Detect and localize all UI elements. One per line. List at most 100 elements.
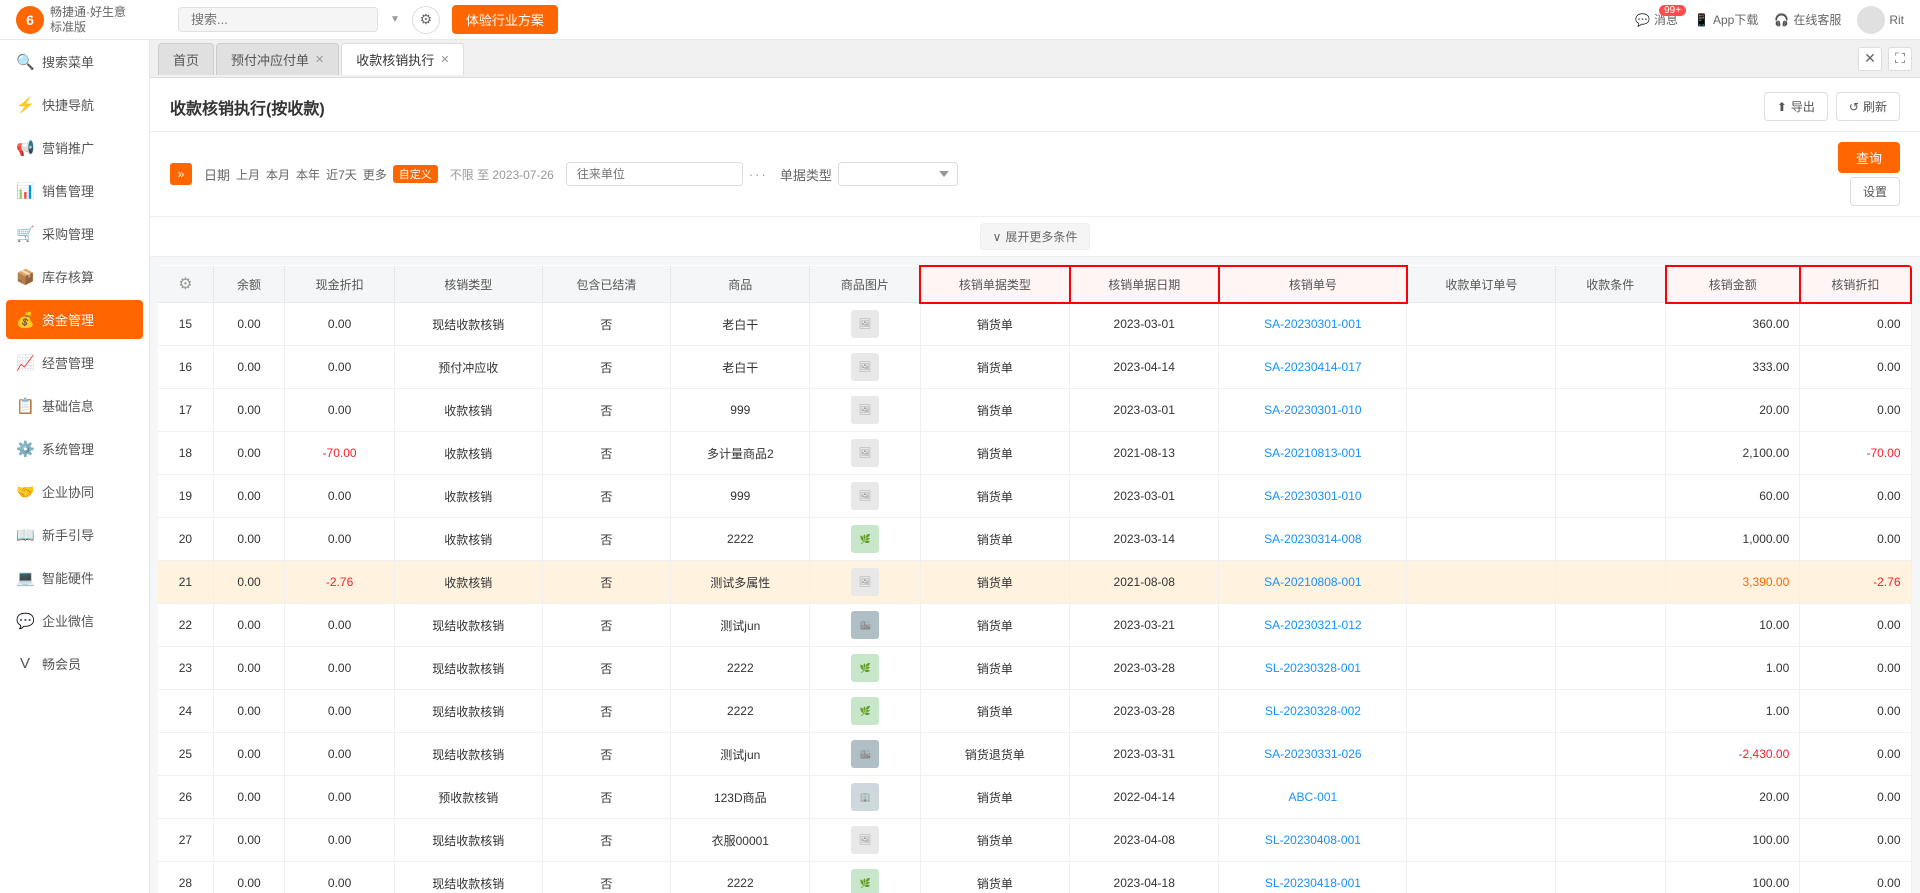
writeoff-bill-link[interactable]: SL-20230418-001 [1265, 876, 1361, 890]
cell-writeoff-bill-date: 2023-03-21 [1070, 604, 1219, 647]
sidebar-item-6[interactable]: 💰资金管理 [6, 300, 143, 339]
tab-home[interactable]: 首页 [158, 43, 214, 75]
col-settings[interactable]: ⚙ [158, 266, 213, 303]
cell-writeoff-bill-no[interactable]: SA-20230331-026 [1219, 733, 1407, 776]
cell-product: 2222 [671, 647, 810, 690]
sidebar-item-3[interactable]: 📊销售管理 [0, 169, 149, 212]
writeoff-bill-link[interactable]: SA-20210808-001 [1264, 575, 1361, 589]
cell-cash-discount: 0.00 [285, 647, 395, 690]
cell-writeoff-bill-no[interactable]: SA-20230301-010 [1219, 389, 1407, 432]
date-this-year[interactable]: 本年 [296, 166, 320, 183]
cell-cash-discount: 0.00 [285, 862, 395, 893]
cell-writeoff-amount: 360.00 [1666, 303, 1800, 346]
writeoff-bill-link[interactable]: SL-20230408-001 [1265, 833, 1361, 847]
trial-button[interactable]: 体验行业方案 [452, 5, 558, 34]
cell-writeoff-bill-no[interactable]: SA-20230314-008 [1219, 518, 1407, 561]
cell-writeoff-bill-no[interactable]: ABC-001 [1219, 776, 1407, 819]
receipt-type-select[interactable] [838, 162, 958, 186]
sidebar-item-5[interactable]: 📦库存核算 [0, 255, 149, 298]
sidebar-item-10[interactable]: 🤝企业协同 [0, 470, 149, 513]
date-last-month[interactable]: 上月 [236, 166, 260, 183]
cell-writeoff-amount: 60.00 [1666, 475, 1800, 518]
refresh-button[interactable]: ↺ 刷新 [1836, 92, 1900, 121]
writeoff-bill-link[interactable]: SL-20230328-001 [1265, 661, 1361, 675]
writeoff-bill-link[interactable]: SA-20230301-010 [1264, 489, 1361, 503]
cell-writeoff-amount: 20.00 [1666, 776, 1800, 819]
sidebar-item-13[interactable]: 💬企业微信 [0, 599, 149, 642]
cell-writeoff-bill-no[interactable]: SA-20210813-001 [1219, 432, 1407, 475]
search-dropdown-arrow[interactable]: ▼ [390, 14, 400, 25]
writeoff-bill-link[interactable]: SA-20210813-001 [1264, 446, 1361, 460]
filter-settings-button[interactable]: 设置 [1850, 177, 1900, 206]
writeoff-bill-link[interactable]: SA-20230414-017 [1264, 360, 1361, 374]
sidebar-item-1[interactable]: ⚡快捷导航 [0, 83, 149, 126]
cell-writeoff-type: 现结收款核销 [394, 690, 542, 733]
cell-writeoff-bill-no[interactable]: SA-20230321-012 [1219, 604, 1407, 647]
settings-icon[interactable]: ⚙ [412, 6, 440, 34]
sidebar-item-7[interactable]: 📈经营管理 [0, 341, 149, 384]
cell-writeoff-bill-no[interactable]: SA-20230414-017 [1219, 346, 1407, 389]
online-service-action[interactable]: 🎧 在线客服 [1774, 11, 1841, 28]
product-img: 🏙 [851, 740, 879, 768]
export-button[interactable]: ⬆ 导出 [1764, 92, 1828, 121]
writeoff-bill-link[interactable]: SA-20230301-001 [1264, 317, 1361, 331]
table-row: 18 0.00 -70.00 收款核销 否 多计量商品2 🖼 销货单 2021-… [158, 432, 1911, 475]
date-7days[interactable]: 近7天 [326, 166, 357, 183]
sidebar-item-12[interactable]: 💻智能硬件 [0, 556, 149, 599]
col-settings-icon[interactable]: ⚙ [178, 276, 192, 293]
writeoff-bill-link[interactable]: SA-20230331-026 [1264, 747, 1361, 761]
writeoff-bill-link[interactable]: SA-20230321-012 [1264, 618, 1361, 632]
table-row: 21 0.00 -2.76 收款核销 否 测试多属性 🖼 销货单 2021-08… [158, 561, 1911, 604]
sidebar-item-4[interactable]: 🛒采购管理 [0, 212, 149, 255]
sidebar-label-3: 销售管理 [42, 181, 94, 200]
cell-writeoff-bill-no[interactable]: SA-20210808-001 [1219, 561, 1407, 604]
search-input[interactable] [178, 7, 378, 32]
cell-writeoff-bill-type: 销货单 [920, 604, 1069, 647]
prepay-tab-close[interactable]: ✕ [315, 53, 324, 66]
counterparty-input[interactable] [566, 162, 743, 186]
cell-writeoff-bill-no[interactable]: SL-20230328-001 [1219, 647, 1407, 690]
app-logo-text: 畅捷通·好生意 标准版 [50, 5, 126, 34]
sidebar-item-11[interactable]: 📖新手引导 [0, 513, 149, 556]
sidebar-item-0[interactable]: 🔍搜索菜单 [0, 40, 149, 83]
cell-id: 19 [158, 475, 213, 518]
app-download-action[interactable]: 📱 App下载 [1694, 11, 1758, 28]
expand-more-btn[interactable]: ∨ 展开更多条件 [980, 223, 1091, 250]
cell-writeoff-bill-date: 2023-04-18 [1070, 862, 1219, 893]
writeoff-bill-link[interactable]: ABC-001 [1289, 790, 1338, 804]
query-button[interactable]: 查询 [1838, 142, 1900, 173]
sidebar-item-2[interactable]: 📢营销推广 [0, 126, 149, 169]
cell-receipt-order-no [1407, 518, 1555, 561]
cell-balance: 0.00 [213, 475, 284, 518]
tab-controls: ✕ ⛶ [1858, 47, 1912, 71]
cell-writeoff-bill-no[interactable]: SA-20230301-010 [1219, 475, 1407, 518]
date-this-month[interactable]: 本月 [266, 166, 290, 183]
message-action[interactable]: 💬 消息 99+ [1635, 11, 1678, 28]
sidebar-item-8[interactable]: 📋基础信息 [0, 384, 149, 427]
tab-close-ctrl[interactable]: ✕ [1858, 47, 1882, 71]
counterparty-dots[interactable]: ··· [749, 167, 768, 182]
product-img: 🖼 [851, 353, 879, 381]
writeoff-tab-close[interactable]: ✕ [440, 53, 449, 66]
sidebar-item-9[interactable]: ⚙️系统管理 [0, 427, 149, 470]
cell-writeoff-bill-date: 2022-04-14 [1070, 776, 1219, 819]
cell-writeoff-bill-no[interactable]: SL-20230418-001 [1219, 862, 1407, 893]
writeoff-bill-link[interactable]: SA-20230301-010 [1264, 403, 1361, 417]
cell-writeoff-type: 现结收款核销 [394, 733, 542, 776]
tab-expand-ctrl[interactable]: ⛶ [1888, 47, 1912, 71]
cell-receipt-condition [1555, 776, 1665, 819]
filter-toggle-btn[interactable]: » [170, 163, 192, 185]
filter-expand-arrow[interactable]: » [170, 163, 192, 185]
date-custom[interactable]: 自定义 [393, 165, 438, 183]
tab-writeoff[interactable]: 收款核销执行 ✕ [341, 43, 464, 75]
date-more[interactable]: 更多 [363, 166, 387, 183]
user-action[interactable]: Rit [1857, 6, 1904, 34]
cell-writeoff-bill-no[interactable]: SA-20230301-001 [1219, 303, 1407, 346]
cell-id: 17 [158, 389, 213, 432]
tab-prepay[interactable]: 预付冲应付单 ✕ [216, 43, 339, 75]
writeoff-bill-link[interactable]: SA-20230314-008 [1264, 532, 1361, 546]
writeoff-bill-link[interactable]: SL-20230328-002 [1265, 704, 1361, 718]
sidebar-item-14[interactable]: V畅会员 [0, 642, 149, 685]
cell-writeoff-bill-no[interactable]: SL-20230328-002 [1219, 690, 1407, 733]
cell-writeoff-bill-no[interactable]: SL-20230408-001 [1219, 819, 1407, 862]
